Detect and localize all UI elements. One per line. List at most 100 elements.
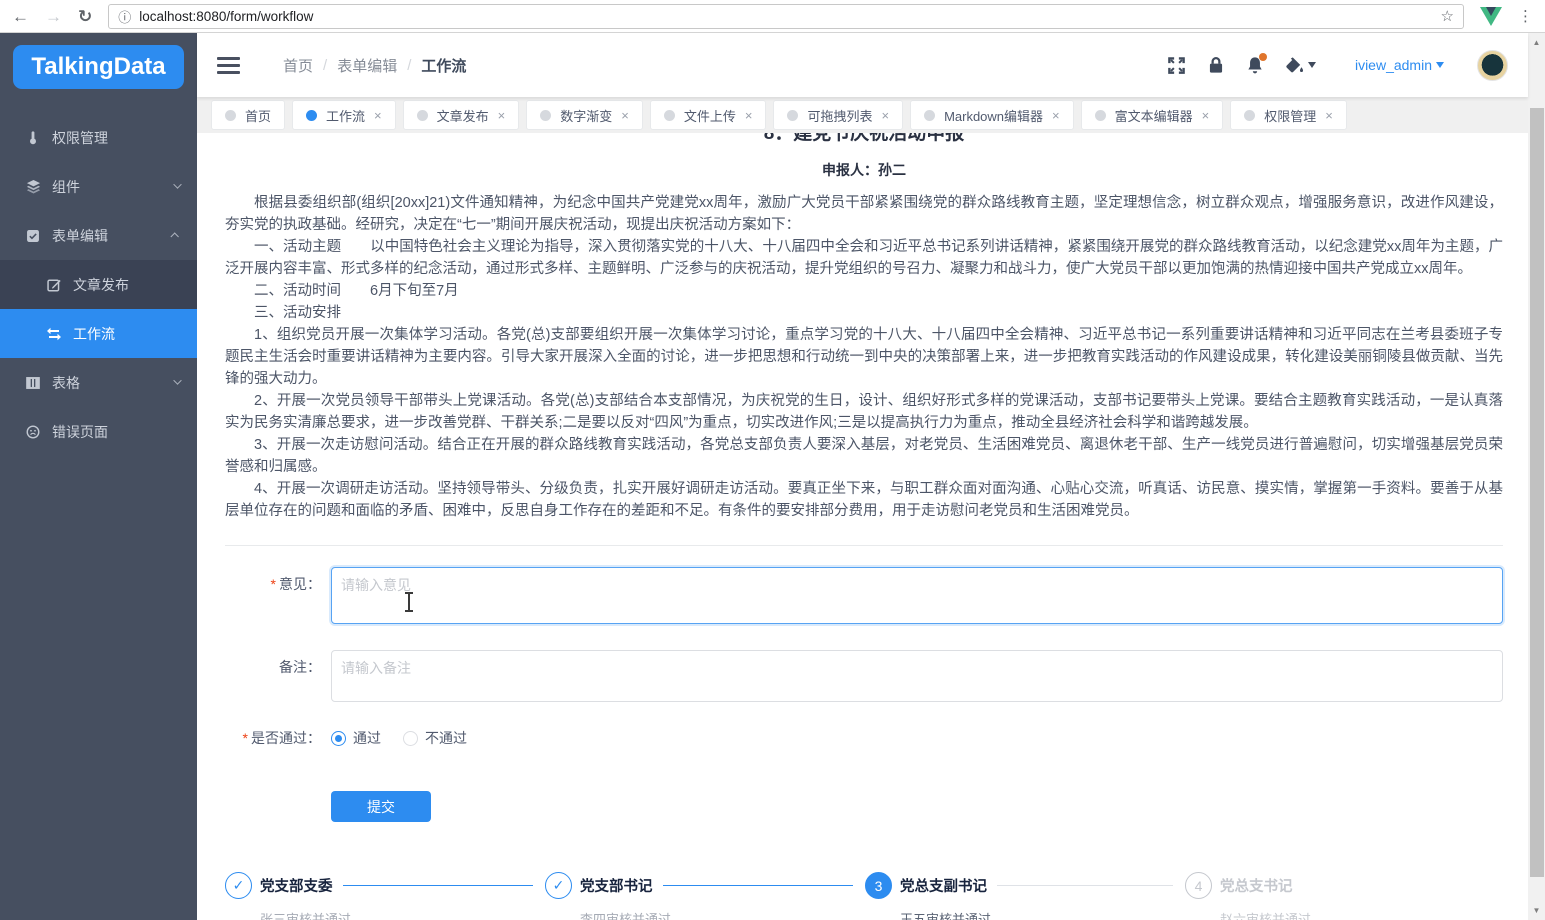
step-2: ✓ 党支部书记 李四审核并通过 [545,872,865,920]
radio-label: 通过 [353,730,381,746]
tab-label: Markdown编辑器 [944,108,1044,124]
sidebar-item-label: 文章发布 [73,276,129,293]
fullscreen-icon[interactable] [1167,56,1186,75]
notification-badge [1258,53,1267,61]
browser-menu-icon[interactable]: ⋮ [1518,7,1533,25]
hamburger-menu-icon[interactable] [217,53,240,78]
close-icon[interactable]: × [881,108,889,123]
browser-reload-icon[interactable]: ↻ [78,8,92,25]
step-title: 党支部支委 [260,879,333,895]
scroll-down-arrow-icon[interactable]: ▼ [1528,903,1545,918]
document-paragraph: 一、活动主题 以中国特色社会主义理论为指导，深入贯彻落实党的十八大、十八届四中全… [225,239,1503,277]
close-icon[interactable]: × [1202,108,1210,123]
sidebar-item-tables[interactable]: 表格 [0,358,197,407]
radio-label: 不通过 [425,730,467,746]
step-description: 李四审核并通过 [580,912,672,920]
tab-dot-icon [306,109,318,121]
talkingdata-logo[interactable]: TalkingData [13,45,184,89]
document-paragraph: 3、开展一次走访慰问活动。结合正在开展的群众路线教育实践活动，各党总支部负责人要… [225,437,1503,475]
browser-forward-icon[interactable]: → [45,8,62,25]
page-info-icon[interactable]: ⓘ [118,7,131,26]
step-title: 党总支书记 [1220,879,1293,895]
logo-container: TalkingData [0,33,197,99]
vue-devtools-icon[interactable] [1480,6,1502,26]
submit-button[interactable]: 提交 [331,791,431,822]
tab-permissions[interactable]: 权限管理 × [1230,100,1347,130]
address-bar[interactable]: ⓘ localhost:8080/form/workflow ☆ [108,3,1464,29]
approval-form: *意见： 备注： *是否通过： [225,567,1503,822]
step-1: ✓ 党支部支委 张三审核并通过 [225,872,545,920]
tab-label: 首页 [245,108,272,124]
browser-back-icon[interactable]: ← [12,8,29,25]
radio-selected-icon[interactable] [331,730,346,746]
radio-option-fail[interactable]: 不通过 [403,728,467,748]
opinion-textarea[interactable] [331,567,1503,624]
scrollbar-thumb[interactable] [1529,108,1544,877]
tab-upload[interactable]: 文件上传 × [649,100,767,130]
close-icon[interactable]: × [1325,108,1333,123]
pass-radio-group: 通过 不通过 [331,728,467,748]
user-menu[interactable]: iview_admin [1355,57,1444,73]
step-connector [342,885,533,886]
tab-label: 权限管理 [1264,108,1317,124]
compose-icon [46,277,62,293]
workflow-page: 8：建党节庆祝活动申报 申报人：孙二 根据县委组织部(组织[20xx]21)文件… [197,133,1528,920]
tab-article-publish[interactable]: 文章发布 × [402,100,520,130]
document-paragraph: 二、活动时间 6月下旬至7月 [254,283,459,299]
sidebar-item-form-edit[interactable]: 表单编辑 [0,211,197,260]
chevron-down-icon [172,180,182,190]
sidebar-item-workflow[interactable]: 工作流 [0,309,197,358]
tab-home[interactable]: 首页 [211,100,286,130]
tab-workflow[interactable]: 工作流 × [292,100,396,130]
tab-markdown-editor[interactable]: Markdown编辑器 × [910,100,1074,130]
step-description: 赵六审核并通过 [1220,912,1312,920]
error-face-icon [25,424,41,440]
step-4: 4 党总支书记 赵六审核并通过 [1185,872,1505,920]
scroll-up-arrow-icon[interactable]: ▲ [1528,35,1545,50]
close-icon[interactable]: × [498,108,506,123]
avatar[interactable] [1477,49,1508,81]
caret-down-icon [1307,62,1316,68]
sidebar-item-components[interactable]: 组件 [0,162,197,211]
document-title: 8：建党节庆祝活动申报 [763,133,965,144]
step-title: 党总支副书记 [900,879,987,895]
sidebar-item-label: 组件 [52,178,80,195]
close-icon[interactable]: × [745,108,753,123]
step-check-icon: ✓ [225,872,252,899]
radio-option-pass[interactable]: 通过 [331,728,381,748]
bookmark-star-icon[interactable]: ☆ [1441,7,1454,25]
radio-unselected-icon[interactable] [403,730,418,746]
url-text[interactable]: localhost:8080/form/workflow [139,9,313,24]
close-icon[interactable]: × [374,108,382,123]
swap-arrows-icon [46,326,62,342]
caret-down-icon [1436,62,1444,68]
breadcrumb-home[interactable]: 首页 [283,55,313,76]
close-icon[interactable]: × [1052,108,1060,123]
step-number-icon: 4 [1185,872,1212,899]
sidebar-item-permissions[interactable]: 权限管理 [0,113,197,162]
document-paragraph: 1、组织党员开展一次集体学习活动。各党(总)支部要组织开展一次集体学习讨论，重点… [225,327,1503,387]
sidebar-item-article-publish[interactable]: 文章发布 [0,260,197,309]
breadcrumb-section[interactable]: 表单编辑 [337,55,397,76]
note-textarea[interactable] [331,650,1503,702]
lock-icon[interactable] [1207,56,1225,74]
sidebar: TalkingData 权限管理 组件 表单编辑 文章发布 工作流 表格 错误页… [0,33,197,920]
note-label: 备注： [279,659,321,675]
vertical-scrollbar[interactable]: ▲ ▼ [1528,33,1545,920]
theme-bucket-icon[interactable] [1285,56,1316,75]
app-header: 首页 / 表单编辑 / 工作流 iview_admin [197,33,1528,97]
tab-label: 数字渐变 [560,108,613,124]
sidebar-item-label: 错误页面 [52,423,108,440]
tab-drag-list[interactable]: 可拖拽列表 × [773,100,904,130]
step-number-icon: 3 [865,872,892,899]
thermometer-icon [25,130,41,146]
close-icon[interactable]: × [621,108,629,123]
pass-label: * 是否通过： [242,730,321,746]
step-3: 3 党总支副书记 王五审核并通过 [865,872,1185,920]
tab-rich-text-editor[interactable]: 富文本编辑器 × [1080,100,1224,130]
checkbox-icon [25,228,41,244]
sidebar-item-error-pages[interactable]: 错误页面 [0,407,197,456]
notification-bell-icon[interactable] [1246,53,1267,74]
tab-dot-icon [416,109,428,121]
tab-count-to[interactable]: 数字渐变 × [526,100,643,130]
